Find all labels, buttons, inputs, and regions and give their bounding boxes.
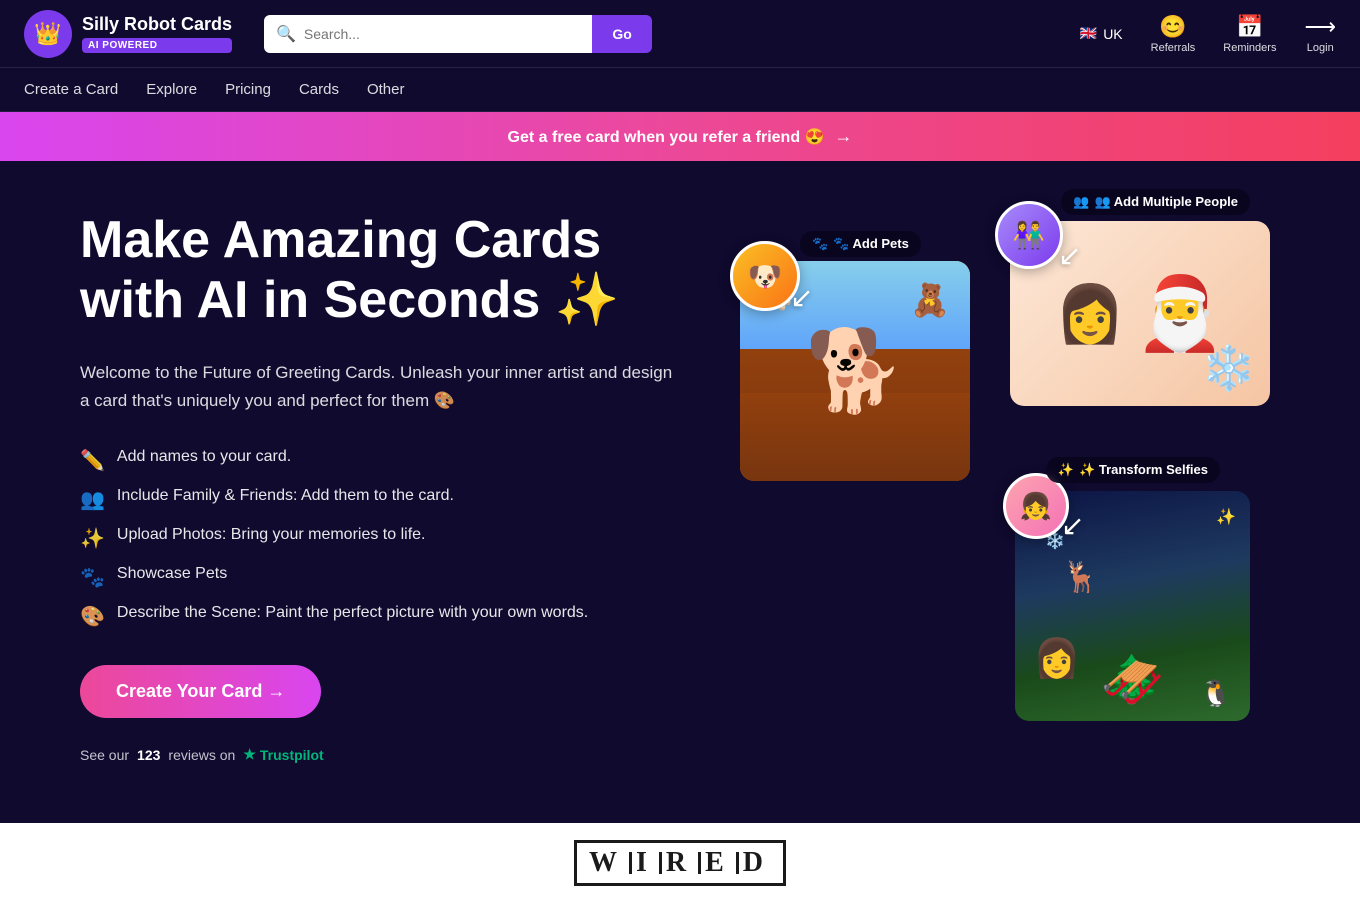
nav-cards[interactable]: Cards [299,77,339,102]
sparkle-emoji: ✨ [1216,507,1236,527]
pets-label-text: 🐾 Add Pets [833,236,909,252]
wired-r: R [666,847,694,879]
referrals-button[interactable]: 😊 Referrals [1151,14,1196,54]
logo-text-area: Silly Robot Cards AI POWERED [82,14,232,53]
banner-arrow: → [834,126,852,147]
feature-icon-photos: ✨ [80,526,105,551]
label-pets: 🐾 🐾 Add Pets [800,231,921,257]
hero-left: Make Amazing Cards with AI in Seconds ✨ … [80,211,680,763]
search-area: 🔍 Go [264,15,652,53]
flag-icon: 🇬🇧 [1080,25,1097,42]
region-selector[interactable]: 🇬🇧 UK [1080,25,1123,42]
feature-icon-scene: 🎨 [80,604,105,629]
feature-text-photos: Upload Photos: Bring your memories to li… [117,526,426,544]
logo-icon: 👑 [24,10,72,58]
panel-people: 👥 👥 Add Multiple People 👫 ↙ 👩 🎅 ❄️ [1010,221,1270,406]
feature-text-pets: Showcase Pets [117,565,227,583]
promo-text: Get a free card when you refer a friend … [508,127,825,147]
search-icon: 🔍 [276,24,296,44]
wired-bar4 [736,852,739,874]
trustpilot-brand: Trustpilot [260,747,324,763]
logo-link[interactable]: 👑 Silly Robot Cards AI POWERED [24,10,244,58]
header-actions: 🇬🇧 UK 😊 Referrals 📅 Reminders ⟶ Login [1080,14,1336,54]
search-button[interactable]: Go [592,15,651,53]
showcase-container: 🐾 🐾 Add Pets 🐶 ↙ 🐕 🧸 🦴 [720,211,1280,731]
feature-icon-pets: 🐾 [80,565,105,590]
feature-list: ✏️ Add names to your card. 👥 Include Fam… [80,448,680,629]
feature-icon-names: ✏️ [80,448,105,473]
feature-item-family: 👥 Include Family & Friends: Add them to … [80,487,680,512]
search-wrapper: 🔍 [264,15,592,53]
people-arrow-icon: ↙ [1058,239,1081,272]
people-label-text: 👥 Add Multiple People [1094,194,1238,210]
trustpilot-logo[interactable]: ★ Trustpilot [243,746,323,763]
panel-pets: 🐾 🐾 Add Pets 🐶 ↙ 🐕 🧸 🦴 [740,261,970,481]
hero-title: Make Amazing Cards with AI in Seconds ✨ [80,211,680,331]
nav-pricing[interactable]: Pricing [225,77,271,102]
reminders-icon: 📅 [1236,14,1263,40]
star-icon: ★ [243,746,256,763]
woman-emoji: 👩 [1033,637,1080,681]
toy-emoji: 🧸 [910,281,950,319]
feature-item-names: ✏️ Add names to your card. [80,448,680,473]
wired-logo: W I R E D [574,840,786,886]
site-header: 👑 Silly Robot Cards AI POWERED 🔍 Go 🇬🇧 U… [0,0,1360,68]
sleigh-emoji: 🛷 [1100,652,1165,713]
pets-label-icon: 🐾 [812,236,828,252]
feature-icon-family: 👥 [80,487,105,512]
feature-text-scene: Describe the Scene: Paint the perfect pi… [117,604,588,622]
region-label: UK [1103,26,1122,42]
login-button[interactable]: ⟶ Login [1304,14,1336,54]
snowflake-emoji: ❄️ [1201,342,1256,394]
main-nav: Create a Card Explore Pricing Cards Othe… [0,68,1360,112]
selfies-label-text: ✨ Transform Selfies [1079,462,1208,478]
hero-right: 🐾 🐾 Add Pets 🐶 ↙ 🐕 🧸 🦴 [720,211,1280,763]
hero-subtitle: Welcome to the Future of Greeting Cards.… [80,359,680,417]
ai-badge: AI POWERED [82,38,232,53]
label-selfies: ✨ ✨ Transform Selfies [1046,457,1220,483]
nav-create-card[interactable]: Create a Card [24,77,118,102]
site-title: Silly Robot Cards [82,14,232,36]
wired-bar2 [659,852,662,874]
selfies-arrow-icon: ↙ [1061,509,1084,542]
feature-item-photos: ✨ Upload Photos: Bring your memories to … [80,526,680,551]
feature-text-family: Include Family & Friends: Add them to th… [117,487,454,505]
reminders-label: Reminders [1223,42,1276,54]
cta-button[interactable]: Create Your Card → [80,665,321,718]
nav-other[interactable]: Other [367,77,405,102]
people-label-icon: 👥 [1073,194,1089,210]
pets-arrow-icon: ↙ [790,281,813,314]
login-icon: ⟶ [1304,14,1336,40]
promo-banner[interactable]: Get a free card when you refer a friend … [0,112,1360,161]
people-avatar: 👫 [995,201,1063,269]
penguin-emoji: 🐧 [1200,678,1232,709]
person1-emoji: 👩 [1055,281,1125,347]
label-people: 👥 👥 Add Multiple People [1061,189,1250,215]
wired-bar3 [698,852,701,874]
referrals-label: Referrals [1151,42,1196,54]
trustpilot-row: See our 123 reviews on ★ Trustpilot [80,746,680,763]
wired-e: E [705,847,732,879]
search-input[interactable] [304,18,581,50]
wired-bar1 [629,852,632,874]
referrals-icon: 😊 [1159,14,1186,40]
reminders-button[interactable]: 📅 Reminders [1223,14,1276,54]
reindeer-emoji: 🦌 [1062,560,1099,595]
panel-selfies: ✨ ✨ Transform Selfies 👧 ↙ ⭐ ✨ ❄️ 🛷 👩 🐧 [1015,491,1250,721]
main-content: Make Amazing Cards with AI in Seconds ✨ … [0,161,1360,823]
selfies-label-icon: ✨ [1058,462,1074,478]
trust-text: See our [80,747,129,763]
trust-suffix: reviews on [168,747,235,763]
feature-item-scene: 🎨 Describe the Scene: Paint the perfect … [80,604,680,629]
feature-text-names: Add names to your card. [117,448,291,466]
wired-i: I [636,847,655,879]
wired-section: W I R E D [0,823,1360,903]
trust-count: 123 [137,747,160,763]
login-label: Login [1307,42,1334,54]
dog-emoji: 🐕 [805,324,905,418]
nav-explore[interactable]: Explore [146,77,197,102]
feature-item-pets: 🐾 Showcase Pets [80,565,680,590]
wired-d: D [743,847,771,879]
wired-w: W [589,847,625,879]
